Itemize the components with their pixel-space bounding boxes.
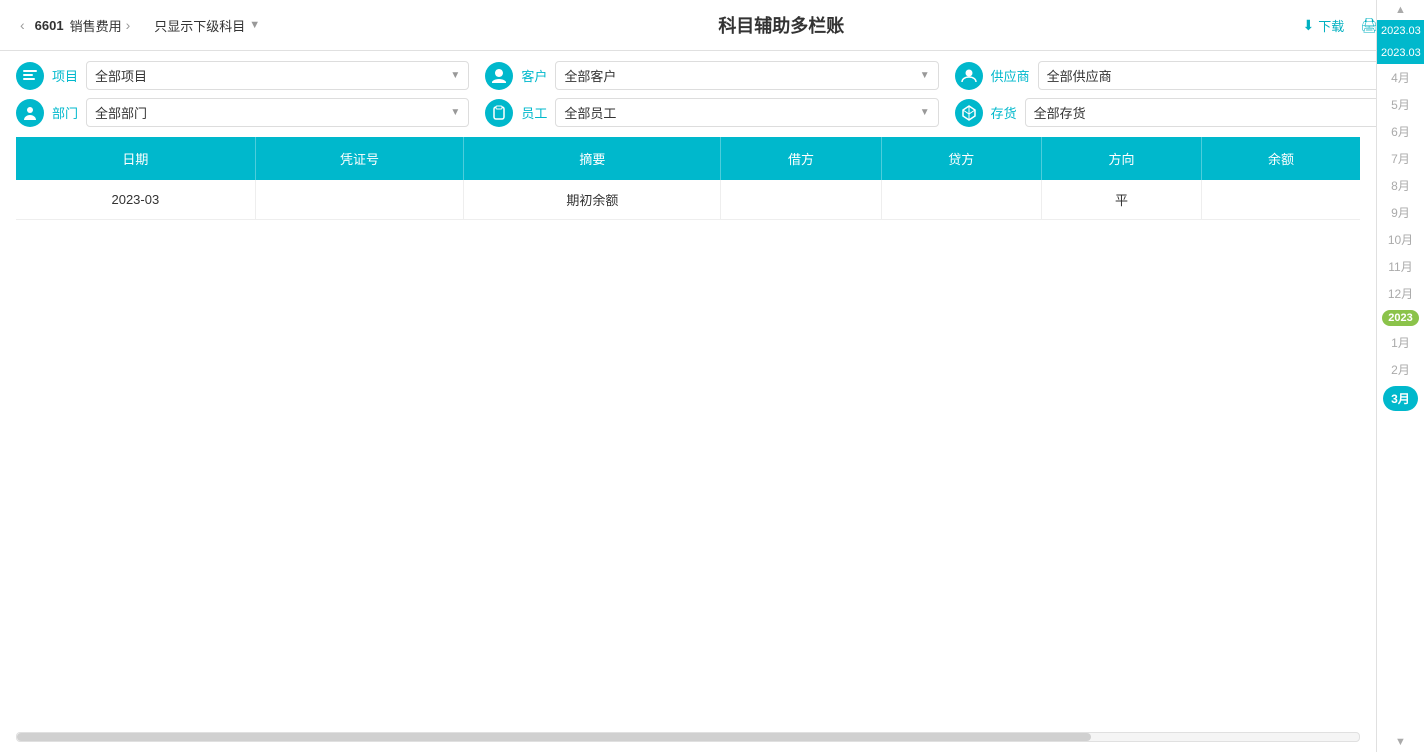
show-sub-label: 只显示下级科目 — [154, 16, 245, 35]
department-arrow: ▼ — [450, 107, 460, 118]
col-direction: 方向 — [1041, 137, 1201, 180]
filter-project: 项目 全部项目 ▼ — [16, 61, 469, 90]
timeline-month-2[interactable]: 2月 — [1377, 356, 1424, 383]
department-select[interactable]: 全部部门 ▼ — [86, 98, 469, 127]
timeline-month-4[interactable]: 4月 — [1377, 64, 1424, 91]
timeline-month-9[interactable]: 9月 — [1377, 199, 1424, 226]
customer-arrow: ▼ — [920, 70, 930, 81]
timeline-month-1[interactable]: 1月 — [1377, 329, 1424, 356]
cell-balance — [1202, 180, 1360, 220]
employee-label: 员工 — [521, 103, 547, 122]
col-credit: 贷方 — [881, 137, 1041, 180]
inventory-label: 存货 — [991, 103, 1017, 122]
project-select[interactable]: 全部项目 ▼ — [86, 61, 469, 90]
cell-voucher — [255, 180, 464, 220]
customer-select[interactable]: 全部客户 ▼ — [555, 61, 938, 90]
filter-department: 部门 全部部门 ▼ — [16, 98, 469, 127]
table-row: 2023-03 期初余额 平 — [16, 180, 1360, 220]
col-balance: 余额 — [1202, 137, 1360, 180]
col-date: 日期 — [16, 137, 255, 180]
supplier-value: 全部供应商 — [1047, 66, 1112, 85]
project-value: 全部项目 — [95, 66, 147, 85]
timeline-month-7[interactable]: 7月 — [1377, 145, 1424, 172]
ledger-table: 日期 凭证号 摘要 借方 贷方 方向 余额 2023-03 期初余额 平 — [16, 137, 1360, 220]
table-container: 日期 凭证号 摘要 借方 贷方 方向 余额 2023-03 期初余额 平 — [0, 137, 1376, 220]
download-label: 下载 — [1318, 16, 1344, 35]
nav-prev-button[interactable]: ‹ — [16, 15, 29, 35]
customer-icon — [485, 62, 513, 90]
timeline-month-10[interactable]: 10月 — [1377, 226, 1424, 253]
cell-date: 2023-03 — [16, 180, 255, 220]
cell-credit — [881, 180, 1041, 220]
table-header-row: 日期 凭证号 摘要 借方 贷方 方向 余额 — [16, 137, 1360, 180]
timeline-up-nav[interactable]: ▲ — [1377, 0, 1424, 20]
department-value: 全部部门 — [95, 103, 147, 122]
project-arrow: ▼ — [450, 70, 460, 81]
timeline-month-8[interactable]: 8月 — [1377, 172, 1424, 199]
timeline-month-6[interactable]: 6月 — [1377, 118, 1424, 145]
col-summary: 摘要 — [464, 137, 721, 180]
supplier-label: 供应商 — [991, 66, 1030, 85]
employee-select[interactable]: 全部员工 ▼ — [555, 98, 938, 127]
employee-arrow: ▼ — [920, 107, 930, 118]
side-timeline: ▲ 2023.03 2023.03 4月 5月 6月 7月 8月 9月 10月 … — [1376, 0, 1424, 752]
project-icon — [16, 62, 44, 90]
filter-supplier: 供应商 全部供应商 ▼ — [955, 61, 1408, 90]
timeline-year-badge[interactable]: 2023 — [1382, 310, 1418, 326]
timeline-month-11[interactable]: 11月 — [1377, 253, 1424, 280]
download-button[interactable]: ⬇ 下载 — [1302, 16, 1344, 35]
scrollbar-thumb — [17, 733, 1091, 741]
timeline-selected-2[interactable]: 2023.03 — [1377, 42, 1424, 64]
filter-customer: 客户 全部客户 ▼ — [485, 61, 938, 90]
timeline-selected-1[interactable]: 2023.03 — [1377, 20, 1424, 42]
show-sub-filter[interactable]: 只显示下级科目 ▼ — [154, 16, 260, 35]
department-label: 部门 — [52, 103, 78, 122]
show-sub-arrow: ▼ — [249, 19, 260, 31]
filter-inventory: 存货 全部存货 ▼ — [955, 98, 1408, 127]
cell-summary: 期初余额 — [464, 180, 721, 220]
timeline-active-month[interactable]: 3月 — [1383, 386, 1418, 411]
employee-icon — [485, 99, 513, 127]
nav-next-button[interactable]: › — [122, 15, 135, 35]
inventory-select[interactable]: 全部存货 ▼ — [1025, 98, 1408, 127]
account-name: 销售费用 — [70, 16, 122, 35]
horizontal-scrollbar[interactable] — [16, 732, 1360, 742]
project-label: 项目 — [52, 66, 78, 85]
col-voucher: 凭证号 — [255, 137, 464, 180]
download-icon: ⬇ — [1302, 17, 1314, 34]
employee-value: 全部员工 — [564, 103, 616, 122]
account-code: 6601 — [35, 18, 64, 33]
customer-value: 全部客户 — [564, 66, 616, 85]
inventory-value: 全部存货 — [1034, 103, 1086, 122]
timeline-month-12[interactable]: 12月 — [1377, 280, 1424, 307]
col-debit: 借方 — [721, 137, 881, 180]
customer-label: 客户 — [521, 66, 547, 85]
supplier-select[interactable]: 全部供应商 ▼ — [1038, 61, 1408, 90]
supplier-icon — [955, 62, 983, 90]
department-icon — [16, 99, 44, 127]
timeline-down-nav[interactable]: ▼ — [1377, 732, 1424, 752]
filter-bar: 项目 全部项目 ▼ 客户 全部客户 ▼ 供应商 全部供应商 ▼ — [0, 51, 1424, 137]
cell-direction: 平 — [1041, 180, 1201, 220]
top-bar: ‹ 6601 销售费用 › 只显示下级科目 ▼ 科目辅助多栏账 ⬇ 下载 🖨 打… — [0, 0, 1424, 51]
timeline-month-5[interactable]: 5月 — [1377, 91, 1424, 118]
page-title: 科目辅助多栏账 — [260, 12, 1302, 38]
cell-debit — [721, 180, 881, 220]
main-window: ‹ 6601 销售费用 › 只显示下级科目 ▼ 科目辅助多栏账 ⬇ 下载 🖨 打… — [0, 0, 1424, 752]
filter-employee: 员工 全部员工 ▼ — [485, 98, 938, 127]
inventory-icon — [955, 99, 983, 127]
